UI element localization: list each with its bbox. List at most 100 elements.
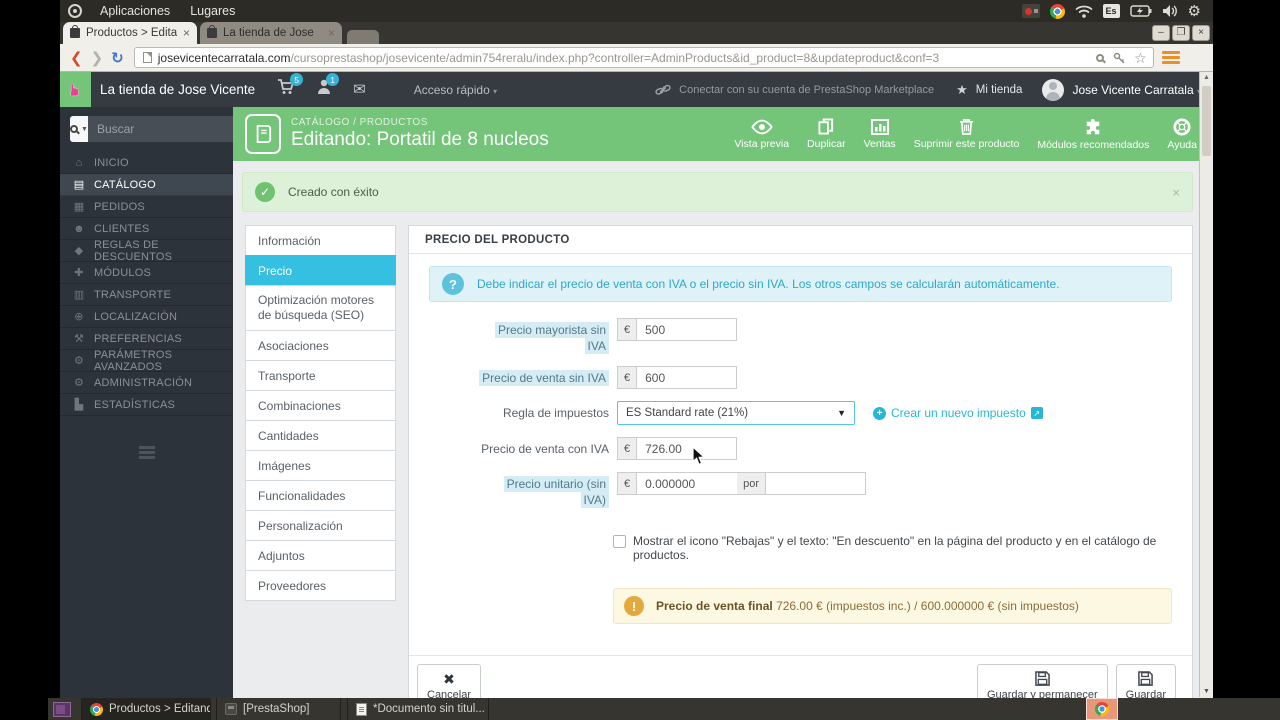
shop-name[interactable]: La tienda de Jose Vicente <box>100 82 255 97</box>
marketplace-link[interactable]: Conectar con su cuenta de PrestaShop Mar… <box>679 84 934 96</box>
sidebar-item-pedidos[interactable]: ▦ PEDIDOS <box>60 196 233 218</box>
browser-tab-products[interactable]: Productos > Editand × <box>63 22 197 44</box>
sidebar-item-label: REGLAS DE DESCUENTOS <box>94 238 173 263</box>
taskbar-window-products[interactable]: Productos > Editand... <box>81 698 211 720</box>
keyboard-layout-indicator[interactable]: Es <box>1102 4 1120 18</box>
search-type-button[interactable]: ▼ <box>70 116 88 142</box>
quick-access-menu[interactable]: Acceso rápido ▾ <box>414 83 497 97</box>
distro-menu-icon[interactable] <box>68 4 82 18</box>
prestashop-logo[interactable]: ☛ <box>60 72 91 107</box>
reload-button[interactable]: ↻ <box>111 49 124 67</box>
cancel-button[interactable]: ✖ Cancelar <box>417 664 482 698</box>
tab-adjuntos[interactable]: Adjuntos <box>245 540 396 571</box>
forward-button[interactable]: ❯ <box>91 49 104 67</box>
wifi-icon[interactable] <box>1074 5 1093 18</box>
withtax-price-input[interactable] <box>637 437 738 460</box>
link-icon <box>655 84 671 95</box>
sidebar-item-reglas-descuentos[interactable]: ◆ REGLAS DE DESCUENTOS <box>60 238 233 263</box>
tab-combinaciones[interactable]: Combinaciones <box>245 390 396 421</box>
user-menu[interactable]: Jose Vicente Carratala ▾ <box>1072 83 1201 97</box>
chrome-menu-icon[interactable] <box>1161 51 1180 64</box>
maximize-button[interactable]: ❐ <box>1172 25 1190 41</box>
sidebar-item-administracion[interactable]: ⚙ ADMINISTRACIÓN <box>60 372 233 394</box>
scroll-down-icon[interactable]: ▼ <box>1200 688 1213 695</box>
sidebar-collapse-icon[interactable] <box>138 446 155 459</box>
gear-icon: ⚙ <box>73 377 85 389</box>
session-gear-icon[interactable]: ⚙ <box>1188 4 1201 19</box>
tab-close-icon[interactable]: × <box>328 26 335 40</box>
sidebar-item-estadisticas[interactable]: ▙ ESTADÍSTICAS <box>60 394 233 416</box>
tab-close-icon[interactable]: × <box>183 26 190 40</box>
withtax-price-group: € <box>617 437 738 460</box>
tab-seo[interactable]: Optimización motores de búsqueda (SEO) <box>245 285 396 331</box>
close-icon[interactable]: × <box>1172 185 1180 200</box>
taskbar: Productos > Editand... [PrestaShop] *Doc… <box>48 698 1280 720</box>
delete-product-button[interactable]: Suprimir este producto <box>914 118 1019 150</box>
on-sale-checkbox[interactable] <box>613 535 626 548</box>
screen-record-icon[interactable] <box>1021 4 1040 18</box>
back-button[interactable]: ❮ <box>70 49 83 67</box>
sidebar-item-transporte[interactable]: ▥ TRANSPORTE <box>60 284 233 306</box>
my-shop-link[interactable]: Mi tienda <box>976 84 1023 96</box>
create-tax-link[interactable]: + Crear un nuevo impuesto ↗ <box>873 401 1043 425</box>
scroll-up-icon[interactable]: ▲ <box>1200 74 1213 81</box>
duplicate-button[interactable]: Duplicar <box>807 118 846 150</box>
sales-button[interactable]: Ventas <box>864 118 896 150</box>
tab-personalizacion[interactable]: Personalización <box>245 510 396 541</box>
battery-icon[interactable] <box>1129 5 1152 17</box>
unit-price-input[interactable] <box>637 472 738 495</box>
external-link-icon: ↗ <box>1030 407 1043 419</box>
tab-transporte[interactable]: Transporte <box>245 360 396 391</box>
pretax-price-input[interactable] <box>637 366 738 389</box>
menu-lugares[interactable]: Lugares <box>180 4 245 18</box>
tab-imagenes[interactable]: Imágenes <box>245 450 396 481</box>
tab-cantidades[interactable]: Cantidades <box>245 420 396 451</box>
taskbar-chrome-launcher[interactable] <box>1086 698 1118 720</box>
wholesale-price-input[interactable] <box>637 318 738 341</box>
final-price-banner: ! Precio de venta final 726.00 € (impues… <box>613 588 1172 624</box>
key-icon[interactable] <box>1113 52 1125 64</box>
save-button[interactable]: Guardar <box>1115 664 1176 698</box>
new-tab-button[interactable] <box>347 30 379 44</box>
cart-icon[interactable]: 5 <box>277 73 304 100</box>
address-bar[interactable]: josevicentecarratala.com /cursoprestasho… <box>133 47 1154 68</box>
recommended-modules-button[interactable]: Módulos recomendados <box>1037 118 1149 151</box>
sidebar-item-clientes[interactable]: ☻ CLIENTES <box>60 218 233 240</box>
help-button[interactable]: Ayuda <box>1167 117 1197 151</box>
save-and-stay-button[interactable]: Guardar y permanecer <box>976 664 1108 698</box>
content-columns: Información Precio Optimización motores … <box>245 225 1193 698</box>
taskbar-window-prestashop[interactable]: [PrestaShop] <box>216 698 341 720</box>
unit-price-per-input[interactable] <box>766 472 867 495</box>
sidebar-item-parametros-avanzados[interactable]: ⚙ PARÁMETROS AVANZADOS <box>60 349 233 373</box>
menu-aplicaciones[interactable]: Aplicaciones <box>90 4 180 18</box>
sidebar-item-localizacion[interactable]: ⊕ LOCALIZACIÓN <box>60 306 233 328</box>
minimize-button[interactable]: – <box>1152 25 1170 41</box>
trash-icon <box>959 119 974 135</box>
messages-icon[interactable]: ✉ <box>353 82 366 97</box>
avatar[interactable] <box>1042 78 1065 101</box>
page-scrollbar[interactable]: ▲ ▼ <box>1199 72 1213 697</box>
workspace-switcher-icon[interactable] <box>53 701 71 717</box>
search-icon[interactable] <box>1096 53 1105 62</box>
tab-funcionalidades[interactable]: Funcionalidades <box>245 480 396 511</box>
copy-icon <box>818 118 833 135</box>
volume-icon[interactable] <box>1162 4 1178 18</box>
chrome-tray-icon[interactable] <box>1049 3 1065 19</box>
taskbar-window-document[interactable]: *Documento sin titul... <box>347 698 489 720</box>
sidebar-item-modulos[interactable]: ✚ MÓDULOS <box>60 262 233 284</box>
close-button[interactable]: × <box>1192 25 1210 41</box>
panel-footer: ✖ Cancelar Guardar y permanecer Guardar <box>409 655 1192 698</box>
bookmark-star-icon[interactable]: ☆ <box>1134 51 1147 65</box>
sidebar-item-inicio[interactable]: ⌂ INICIO <box>60 152 233 174</box>
tax-rule-select[interactable]: ES Standard rate (21%) ▼ <box>617 401 855 425</box>
tab-asociaciones[interactable]: Asociaciones <box>245 330 396 361</box>
sidebar-item-catalogo[interactable]: ▤ CATÁLOGO <box>60 174 233 196</box>
browser-tab-shop[interactable]: La tienda de Jose Vi × <box>200 22 342 44</box>
scrollbar-thumb[interactable] <box>1202 86 1211 156</box>
tab-proveedores[interactable]: Proveedores <box>245 570 396 601</box>
customers-icon[interactable]: 1 <box>317 73 340 100</box>
tab-precio[interactable]: Precio <box>245 255 396 286</box>
tab-informacion[interactable]: Información <box>245 225 396 256</box>
sidebar-item-preferencias[interactable]: ⚒ PREFERENCIAS <box>60 328 233 350</box>
preview-button[interactable]: Vista previa <box>734 119 789 150</box>
